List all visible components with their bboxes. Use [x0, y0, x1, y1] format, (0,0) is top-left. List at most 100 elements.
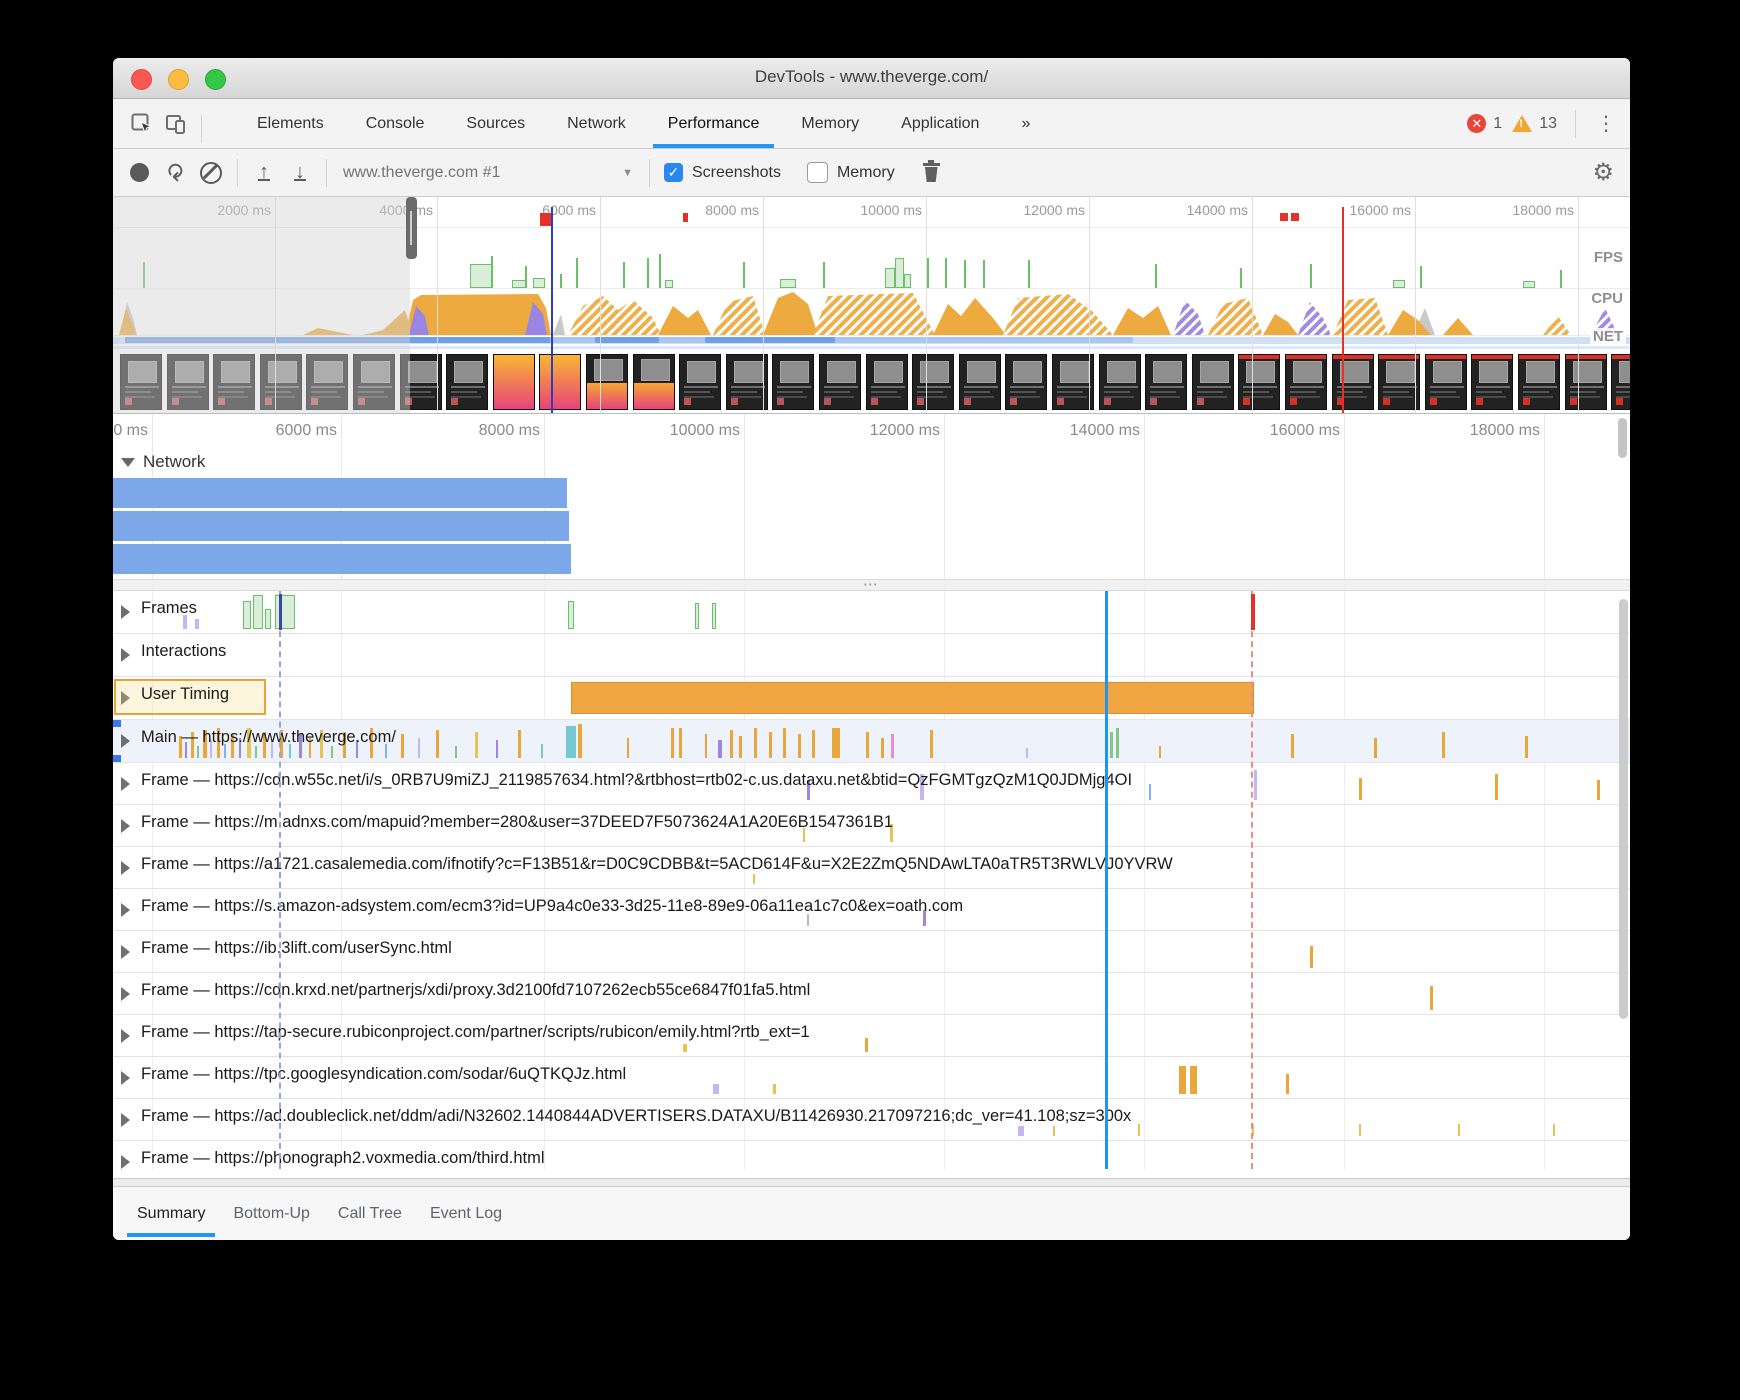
gridline [1578, 197, 1579, 413]
save-profile-icon[interactable]: ↓ [282, 156, 318, 190]
load-profile-icon[interactable]: ↑ [246, 156, 282, 190]
tab-console[interactable]: Console [345, 99, 446, 148]
disclosure-triangle-icon[interactable] [121, 1155, 130, 1169]
film-thumb[interactable] [1099, 354, 1141, 410]
tab-event-log[interactable]: Event Log [416, 1187, 516, 1240]
record-button[interactable] [121, 156, 157, 190]
history-select[interactable]: www.theverge.com #1 ▼ [343, 164, 633, 182]
tab-performance[interactable]: Performance [647, 99, 781, 148]
film-thumb[interactable] [1425, 354, 1467, 410]
network-section-header[interactable]: Network [121, 452, 205, 472]
row-frame[interactable]: Frame — https://a1721.casalemedia.com/if… [113, 847, 1630, 889]
activity-tick [496, 740, 498, 758]
film-thumb[interactable] [446, 354, 488, 410]
main-timeline-pane[interactable]: 4000 ms6000 ms8000 ms10000 ms12000 ms140… [113, 414, 1630, 579]
lower-pane-scrollbar[interactable] [1619, 599, 1628, 1019]
device-toolbar-icon[interactable] [159, 108, 193, 140]
row-frame[interactable]: Frame — https://m.adnxs.com/mapuid?membe… [113, 805, 1630, 847]
disclosure-triangle-icon[interactable] [121, 1029, 130, 1043]
row-frame[interactable]: Frame — https://phonograph2.voxmedia.com… [113, 1141, 1630, 1178]
tab-call-tree[interactable]: Call Tree [324, 1187, 416, 1240]
screenshots-checkbox[interactable]: ✓ Screenshots [664, 163, 781, 182]
tab-sources[interactable]: Sources [445, 99, 546, 148]
disclosure-triangle-icon[interactable] [121, 605, 130, 619]
film-thumb[interactable] [1378, 354, 1420, 410]
film-thumb[interactable] [1052, 354, 1094, 410]
disclosure-triangle-icon[interactable] [121, 861, 130, 875]
disclosure-triangle-icon[interactable] [121, 648, 130, 662]
film-thumb[interactable] [679, 354, 721, 410]
tab-elements[interactable]: Elements [236, 99, 345, 148]
more-options-icon[interactable]: ⋮ [1596, 117, 1616, 131]
film-thumb[interactable] [1192, 354, 1234, 410]
network-request-bar[interactable] [113, 544, 571, 574]
tab-more-tabs[interactable]: » [1000, 99, 1051, 148]
row-frame[interactable]: Frame — https://ib.3lift.com/userSync.ht… [113, 931, 1630, 973]
activity-tick [1053, 1126, 1055, 1136]
fps-bar [964, 260, 966, 288]
film-thumb[interactable] [1005, 354, 1047, 410]
film-thumb[interactable] [1518, 354, 1560, 410]
film-thumb[interactable] [1145, 354, 1187, 410]
disclosure-triangle-icon[interactable] [121, 903, 130, 917]
disclosure-triangle-icon[interactable] [121, 987, 130, 1001]
selection-left-handle[interactable] [406, 197, 417, 259]
film-thumb[interactable] [912, 354, 954, 410]
film-thumb[interactable] [1565, 354, 1607, 410]
row-frame[interactable]: Frame — https://ad.doubleclick.net/ddm/a… [113, 1099, 1630, 1141]
film-thumb[interactable] [866, 354, 908, 410]
row-frame[interactable]: Frame — https://s.amazon-adsystem.com/ec… [113, 889, 1630, 931]
tab-application[interactable]: Application [880, 99, 1000, 148]
disclosure-triangle-icon[interactable] [121, 945, 130, 959]
film-thumb[interactable] [1611, 354, 1630, 410]
film-thumb[interactable] [1238, 354, 1280, 410]
film-thumb[interactable] [1332, 354, 1374, 410]
disclosure-triangle-icon[interactable] [121, 819, 130, 833]
film-thumb[interactable] [959, 354, 1001, 410]
film-thumb[interactable] [1285, 354, 1327, 410]
clear-recording-button[interactable] [193, 156, 229, 190]
tab-memory[interactable]: Memory [780, 99, 880, 148]
memory-checkbox[interactable]: Memory [807, 162, 895, 183]
film-thumb[interactable] [726, 354, 768, 410]
timeline-overview[interactable]: 2000 ms4000 ms6000 ms8000 ms10000 ms1200… [113, 197, 1630, 414]
reload-and-record-button[interactable]: ⟳ [157, 156, 193, 190]
row-main[interactable]: Main — https://www.theverge.com/ [113, 720, 1630, 763]
film-thumb[interactable] [633, 354, 675, 410]
flame-chart-pane[interactable]: FramesInteractionsUser TimingMain — http… [113, 591, 1630, 1178]
row-frame[interactable]: Frame — https://tpc.googlesyndication.co… [113, 1057, 1630, 1099]
film-thumb[interactable] [539, 354, 581, 410]
pane-splitter[interactable]: ⋯ [113, 579, 1630, 591]
film-thumb[interactable] [1471, 354, 1513, 410]
film-thumb[interactable] [493, 354, 535, 410]
tab-network[interactable]: Network [546, 99, 647, 148]
warning-icon[interactable] [1512, 115, 1532, 132]
row-usertiming[interactable]: User Timing [113, 677, 1630, 720]
disclosure-triangle-icon[interactable] [121, 734, 130, 748]
tab-summary[interactable]: Summary [123, 1187, 219, 1240]
activity-tick [541, 744, 543, 758]
frame-bar [195, 619, 199, 629]
tab-bottom-up[interactable]: Bottom-Up [219, 1187, 323, 1240]
network-request-bar[interactable] [113, 511, 569, 541]
inspect-element-icon[interactable] [125, 108, 159, 140]
film-thumb[interactable] [772, 354, 814, 410]
disclosure-triangle-icon[interactable] [121, 1113, 130, 1127]
garbage-collect-icon[interactable] [923, 163, 940, 182]
user-timing-bar[interactable] [571, 682, 1254, 714]
film-thumb[interactable] [586, 354, 628, 410]
error-badge-icon[interactable]: ✕ [1467, 114, 1486, 133]
disclosure-triangle-icon[interactable] [121, 1071, 130, 1085]
disclosure-triangle-icon[interactable] [121, 777, 130, 791]
network-request-bar[interactable] [113, 478, 567, 508]
row-plain[interactable]: Interactions [113, 634, 1630, 677]
main-pane-scrollbar[interactable] [1618, 418, 1627, 458]
activity-tick [255, 746, 257, 758]
row-frames[interactable]: Frames [113, 591, 1630, 634]
net-track-label: NET [1590, 328, 1626, 345]
row-frame[interactable]: Frame — https://cdn.krxd.net/partnerjs/x… [113, 973, 1630, 1015]
settings-gear-icon[interactable]: ⚙ [1592, 158, 1614, 187]
film-thumb[interactable] [819, 354, 861, 410]
row-frame[interactable]: Frame — https://tap-secure.rubiconprojec… [113, 1015, 1630, 1057]
row-frame[interactable]: Frame — https://cdn.w55c.net/i/s_0RB7U9m… [113, 763, 1630, 805]
